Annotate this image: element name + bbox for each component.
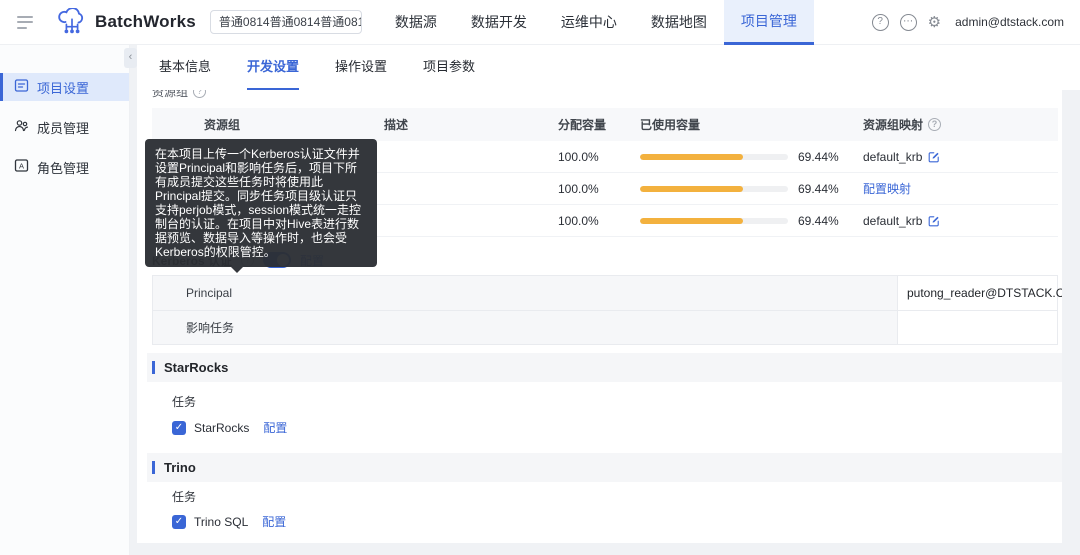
svg-text:A: A	[19, 161, 24, 170]
top-bar: BatchWorks 普通0814普通0814普通0814普通 数据源 数据开发…	[0, 0, 1080, 45]
sidebar-item-label: 项目设置	[37, 80, 90, 96]
allocated-value: 100.0%	[558, 149, 599, 164]
trino-section-title: Trino	[164, 460, 196, 475]
kerberos-affected-tasks-row: 影响任务	[153, 310, 1057, 344]
usage-percent: 69.44%	[798, 149, 839, 164]
help-icon[interactable]: ?	[193, 90, 207, 98]
col-header-mapping: 资源组映射 ?	[850, 116, 1058, 133]
usage-progress-bar	[640, 153, 788, 160]
usage-progress-bar	[640, 217, 788, 224]
members-icon	[14, 118, 29, 136]
user-email[interactable]: admin@dtstack.com	[955, 15, 1064, 29]
principal-value: putong_reader@DTSTACK.COM	[897, 276, 1062, 310]
starrocks-checkbox[interactable]: ✓	[172, 420, 186, 435]
app-window: BatchWorks 普通0814普通0814普通0814普通 数据源 数据开发…	[0, 0, 1080, 555]
tab-basic-info[interactable]: 基本信息	[159, 45, 211, 90]
starrocks-checkbox-label: StarRocks	[194, 420, 250, 435]
nav-item-project-manage[interactable]: 项目管理	[723, 0, 814, 45]
sidebar: 项目设置 成员管理 A 角色管理 ‹	[0, 45, 137, 555]
trino-section-header: Trino	[147, 453, 1062, 482]
trino-task-label: 任务	[172, 490, 197, 504]
project-selector[interactable]: 普通0814普通0814普通0814普通	[209, 10, 362, 34]
starrocks-task-label: 任务	[172, 395, 197, 409]
tab-develop-settings[interactable]: 开发设置	[247, 45, 300, 90]
top-nav: 数据源 数据开发 运维中心 数据地图 项目管理	[378, 0, 814, 45]
nav-item-ops-center[interactable]: 运维中心	[544, 0, 634, 45]
mapping-value: default_krb	[863, 213, 923, 228]
usage-percent: 69.44%	[798, 213, 839, 228]
sidebar-item-project-settings[interactable]: 项目设置	[0, 73, 129, 101]
col-header-description: 描述	[384, 118, 409, 132]
starrocks-task-row: ✓ StarRocks 配置	[172, 419, 287, 436]
resource-group-section-label: 资源组 ?	[152, 90, 207, 100]
sidebar-item-label: 成员管理	[37, 120, 90, 136]
message-icon[interactable]: ⋯	[899, 13, 917, 31]
trino-sql-checkbox[interactable]: ✓	[172, 514, 186, 529]
kerberos-tooltip: 在本项目上传一个Kerberos认证文件并设置Principal和影响任务后，项…	[145, 139, 377, 273]
nav-item-data-develop[interactable]: 数据开发	[454, 0, 544, 45]
nav-item-data-map[interactable]: 数据地图	[634, 0, 724, 45]
starrocks-section-title: StarRocks	[164, 360, 229, 375]
cloud-logo-icon	[57, 8, 87, 36]
nav-item-datasource[interactable]: 数据源	[378, 0, 454, 45]
usage-percent: 69.44%	[798, 181, 839, 196]
edit-mapping-icon[interactable]	[928, 215, 940, 227]
table-header-row: 资源组 描述 分配容量 已使用容量 资源组映射 ?	[152, 108, 1058, 141]
tab-project-params[interactable]: 项目参数	[423, 45, 475, 90]
role-icon: A	[14, 158, 29, 176]
topbar-right: ? ⋯ ⚙ admin@dtstack.com	[871, 13, 1064, 31]
col-header-allocated: 分配容量	[558, 118, 607, 132]
project-settings-icon	[14, 78, 29, 96]
allocated-value: 100.0%	[558, 213, 599, 228]
trino-task-row: ✓ Trino SQL 配置	[172, 513, 286, 530]
tab-operation-settings[interactable]: 操作设置	[335, 45, 387, 90]
sidebar-item-member-manage[interactable]: 成员管理	[0, 113, 129, 141]
sidebar-collapse-icon[interactable]: ‹	[124, 48, 137, 68]
section-accent-bar	[152, 461, 155, 474]
edit-mapping-icon[interactable]	[928, 151, 940, 163]
brand-name: BatchWorks	[95, 12, 196, 31]
configure-mapping-link[interactable]: 配置映射	[863, 180, 911, 197]
kerberos-detail-panel: Principal putong_reader@DTSTACK.COM 影响任务	[152, 275, 1062, 345]
mapping-value: default_krb	[863, 149, 923, 164]
settings-tabs: 基本信息 开发设置 操作设置 项目参数	[137, 45, 1080, 90]
affected-tasks-value	[897, 311, 1057, 344]
principal-label: Principal	[153, 276, 897, 310]
starrocks-section-header: StarRocks	[147, 353, 1062, 382]
kerberos-principal-row: Principal putong_reader@DTSTACK.COM	[153, 276, 1062, 310]
settings-gear-icon[interactable]: ⚙	[928, 14, 941, 31]
col-header-used: 已使用容量	[640, 118, 701, 132]
trino-sql-checkbox-label: Trino SQL	[194, 514, 249, 529]
section-accent-bar	[152, 361, 155, 374]
usage-progress-bar	[640, 185, 788, 192]
help-icon[interactable]: ?	[871, 13, 889, 31]
col-header-resource-group: 资源组	[204, 118, 241, 132]
menu-hamburger-icon[interactable]	[17, 15, 35, 29]
starrocks-config-link[interactable]: 配置	[263, 419, 287, 436]
sidebar-item-role-manage[interactable]: A 角色管理	[0, 153, 129, 181]
allocated-value: 100.0%	[558, 181, 599, 196]
affected-tasks-label: 影响任务	[153, 311, 897, 344]
main-content: 基本信息 开发设置 操作设置 项目参数 资源组 ? 资源组 描述 分配容量 已使…	[130, 45, 1080, 555]
trino-config-link[interactable]: 配置	[262, 513, 286, 530]
sidebar-item-label: 角色管理	[37, 160, 90, 176]
brand-logo: BatchWorks	[57, 8, 196, 36]
help-icon[interactable]: ?	[928, 118, 942, 131]
